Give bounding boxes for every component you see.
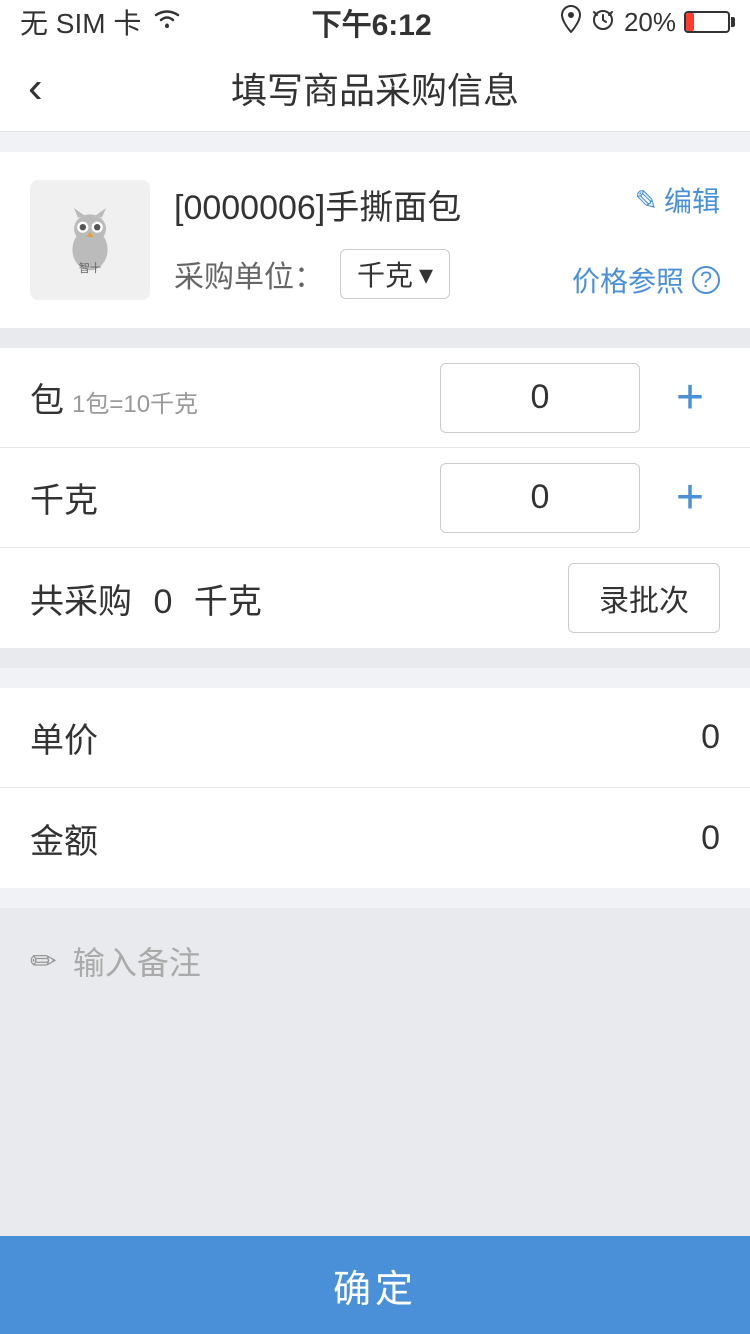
status-time: 下午6:12 bbox=[312, 0, 432, 44]
total-text: 共采购 0 千克 bbox=[30, 574, 262, 623]
price-label: 单价 bbox=[30, 713, 98, 762]
bao-input-control: 0 + bbox=[198, 363, 720, 433]
pencil-icon: ✏ bbox=[30, 942, 57, 980]
alarm-icon bbox=[590, 6, 616, 39]
product-image: 智十 bbox=[30, 180, 150, 300]
battery-text: 20% bbox=[624, 7, 676, 38]
amount-value: 0 bbox=[701, 819, 720, 858]
edit-button[interactable]: ✎ 编辑 bbox=[635, 180, 720, 220]
input-section: 包1包=10千克 0 + 千克 0 + bbox=[0, 348, 750, 548]
confirm-button[interactable]: 确定 bbox=[0, 1236, 750, 1334]
total-row: 共采购 0 千克 录批次 bbox=[0, 548, 750, 648]
unit-value: 千克 bbox=[357, 254, 413, 294]
status-left: 无 SIM 卡 bbox=[20, 2, 183, 42]
kg-input[interactable]: 0 bbox=[440, 463, 640, 533]
price-value: 0 bbox=[701, 718, 720, 757]
page-title: 填写商品采购信息 bbox=[231, 62, 519, 114]
product-card: 智十 [0000006]手撕面包 采购单位： 千克 ▾ ✎ 编辑 价格参照 ? bbox=[0, 152, 750, 328]
kg-plus-button[interactable]: + bbox=[660, 468, 720, 528]
edit-label: 编辑 bbox=[664, 180, 720, 220]
info-icon: ? bbox=[692, 266, 720, 294]
amount-label: 金额 bbox=[30, 814, 98, 863]
bao-label: 包1包=10千克 bbox=[30, 373, 198, 422]
total-unit: 千克 bbox=[194, 583, 262, 621]
bao-input-row: 包1包=10千克 0 + bbox=[0, 348, 750, 448]
svg-text:智十: 智十 bbox=[79, 261, 101, 275]
section-divider-1 bbox=[0, 328, 750, 348]
nav-bar: ‹ 填写商品采购信息 bbox=[0, 44, 750, 132]
total-label: 共采购 bbox=[30, 583, 132, 621]
status-right: 20% bbox=[560, 5, 730, 40]
kg-label: 千克 bbox=[30, 473, 190, 522]
amount-row: 金额 0 bbox=[0, 788, 750, 888]
price-ref-button[interactable]: 价格参照 ? bbox=[572, 260, 720, 300]
wifi-icon bbox=[151, 6, 183, 38]
bao-input[interactable]: 0 bbox=[440, 363, 640, 433]
location-icon bbox=[560, 5, 582, 40]
kg-input-row: 千克 0 + bbox=[0, 448, 750, 548]
kg-input-control: 0 + bbox=[190, 463, 720, 533]
bao-plus-button[interactable]: + bbox=[660, 368, 720, 428]
price-row: 单价 0 bbox=[0, 688, 750, 788]
note-section[interactable]: ✏ 输入备注 bbox=[0, 908, 750, 1014]
chevron-down-icon: ▾ bbox=[419, 258, 433, 291]
unit-select[interactable]: 千克 ▾ bbox=[340, 249, 450, 299]
edit-icon: ✎ bbox=[635, 184, 658, 217]
note-placeholder: 输入备注 bbox=[73, 938, 201, 984]
carrier-text: 无 SIM 卡 bbox=[20, 2, 141, 42]
price-info-section: 单价 0 金额 0 bbox=[0, 688, 750, 888]
section-divider-2 bbox=[0, 648, 750, 668]
unit-label: 采购单位： bbox=[174, 252, 324, 296]
batch-button[interactable]: 录批次 bbox=[568, 563, 720, 633]
total-value: 0 bbox=[153, 583, 172, 621]
back-button[interactable]: ‹ bbox=[28, 63, 43, 113]
status-bar: 无 SIM 卡 下午6:12 20% bbox=[0, 0, 750, 44]
price-ref-label: 价格参照 bbox=[572, 260, 684, 300]
battery-icon bbox=[684, 11, 730, 33]
